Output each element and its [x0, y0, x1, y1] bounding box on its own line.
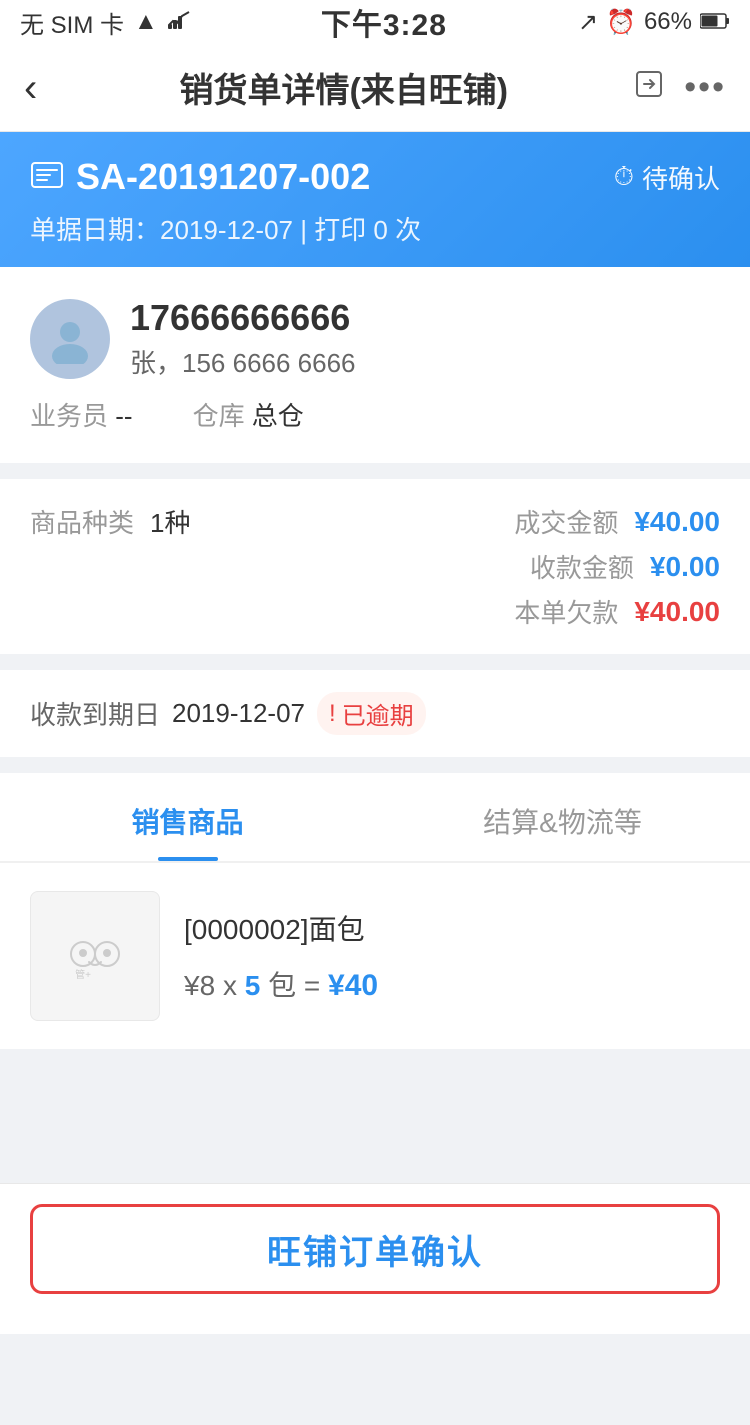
summary-section: 商品种类 1种 成交金额 ¥40.00 收款金额 ¥0.00 本单欠款 ¥40.…	[0, 479, 750, 654]
battery-label: 66%	[644, 8, 692, 36]
multiply-sign: x	[223, 970, 245, 1001]
transaction-amount-row: 成交金额 ¥40.00	[514, 503, 720, 540]
battery-icon	[700, 8, 730, 36]
wifi-icon: ▲	[134, 8, 158, 36]
balance-label: 本单欠款	[514, 593, 618, 630]
product-type-field: 商品种类 1种	[30, 503, 190, 540]
balance-amount: ¥40.00	[634, 596, 720, 628]
product-price: ¥8	[184, 970, 215, 1001]
location-icon: ↗	[578, 8, 598, 37]
customer-phone: 17666666666	[130, 297, 356, 339]
tab-settlement-label: 结算&物流等	[483, 807, 642, 838]
transaction-label: 成交金额	[514, 503, 618, 540]
back-button[interactable]: ‹	[24, 68, 37, 108]
bottom-bar: 旺铺订单确认	[0, 1183, 750, 1334]
table-row: 管+ [0000002]面包 ¥8 x 5 包 = ¥40	[0, 863, 750, 1049]
warehouse-label: 仓库	[193, 401, 252, 431]
overdue-badge: ! 已逾期	[317, 692, 426, 735]
salesperson-value: --	[115, 401, 132, 431]
page-title: 销货单详情(来自旺铺)	[53, 63, 634, 112]
tabs-section: 销售商品 结算&物流等	[0, 773, 750, 863]
warehouse-value: 总仓	[252, 401, 304, 431]
due-section: 收款到期日 2019-12-07 ! 已逾期	[0, 670, 750, 757]
product-price-row: ¥8 x 5 包 = ¥40	[184, 964, 720, 1004]
salesperson-label: 业务员	[30, 401, 115, 431]
product-total: ¥40	[328, 969, 378, 1002]
signal-icon	[168, 8, 190, 36]
svg-text:管+: 管+	[75, 968, 91, 981]
order-id: SA-20191207-002	[30, 156, 370, 198]
product-unit: 包	[268, 970, 296, 1001]
status-left: 无 SIM 卡 ▲	[20, 5, 190, 40]
share-icon[interactable]	[634, 69, 664, 107]
order-id-row: SA-20191207-002 ⏱ 待确认	[30, 156, 720, 198]
received-amount: ¥0.00	[650, 551, 720, 583]
received-label: 收款金额	[530, 548, 634, 585]
tabs-row: 销售商品 结算&物流等	[0, 773, 750, 863]
tab-settlement[interactable]: 结算&物流等	[375, 773, 750, 861]
order-id-text: SA-20191207-002	[76, 156, 370, 198]
tab-products[interactable]: 销售商品	[0, 773, 375, 861]
order-status: ⏱ 待确认	[614, 159, 720, 196]
overdue-text: 已逾期	[342, 696, 414, 731]
customer-section: 17666666666 张，156 6666 6666 业务员 -- 仓库 总仓	[0, 267, 750, 463]
status-text: 待确认	[642, 159, 720, 196]
order-icon	[30, 156, 64, 198]
carrier-label: 无 SIM 卡	[20, 5, 124, 40]
amounts-column: 成交金额 ¥40.00 收款金额 ¥0.00 本单欠款 ¥40.00	[514, 503, 720, 630]
nav-bar: ‹ 销货单详情(来自旺铺) •••	[0, 44, 750, 132]
confirm-order-button[interactable]: 旺铺订单确认	[30, 1204, 720, 1294]
salesperson-field: 业务员 --	[30, 396, 133, 433]
product-type-label: 商品种类	[30, 503, 134, 540]
product-quantity: 5	[245, 970, 261, 1001]
customer-meta: 业务员 -- 仓库 总仓	[30, 396, 720, 433]
summary-row: 商品种类 1种 成交金额 ¥40.00 收款金额 ¥0.00 本单欠款 ¥40.…	[30, 503, 720, 630]
confirm-order-label: 旺铺订单确认	[267, 1225, 483, 1274]
alarm-icon: ⏰	[606, 8, 636, 37]
warehouse-field: 仓库 总仓	[193, 396, 304, 433]
status-bar: 无 SIM 卡 ▲ 下午3:28 ↗ ⏰ 66%	[0, 0, 750, 44]
nav-actions: •••	[634, 68, 726, 107]
clock-icon: ⏱	[614, 161, 634, 193]
product-name: [0000002]面包	[184, 908, 720, 948]
balance-amount-row: 本单欠款 ¥40.00	[514, 593, 720, 630]
status-right: ↗ ⏰ 66%	[578, 8, 730, 37]
customer-row: 17666666666 张，156 6666 6666	[30, 297, 720, 380]
avatar	[30, 299, 110, 379]
order-date: 单据日期：2019-12-07 | 打印 0 次	[30, 210, 720, 247]
due-date-value: 2019-12-07	[172, 698, 305, 729]
product-info: [0000002]面包 ¥8 x 5 包 = ¥40	[184, 908, 720, 1004]
product-thumbnail: 管+	[30, 891, 160, 1021]
due-label: 收款到期日	[30, 695, 160, 732]
overdue-icon: !	[329, 700, 336, 728]
received-amount-row: 收款金额 ¥0.00	[530, 548, 720, 585]
status-time: 下午3:28	[321, 0, 447, 44]
customer-info: 17666666666 张，156 6666 6666	[130, 297, 356, 380]
product-type-count: 1种	[150, 503, 190, 540]
customer-sub: 张，156 6666 6666	[130, 343, 356, 380]
equals-sign: =	[304, 970, 328, 1001]
transaction-amount: ¥40.00	[634, 506, 720, 538]
order-header: SA-20191207-002 ⏱ 待确认 单据日期：2019-12-07 | …	[0, 132, 750, 267]
product-list: 管+ [0000002]面包 ¥8 x 5 包 = ¥40	[0, 863, 750, 1049]
more-icon[interactable]: •••	[684, 68, 726, 107]
tab-products-label: 销售商品	[131, 807, 243, 838]
